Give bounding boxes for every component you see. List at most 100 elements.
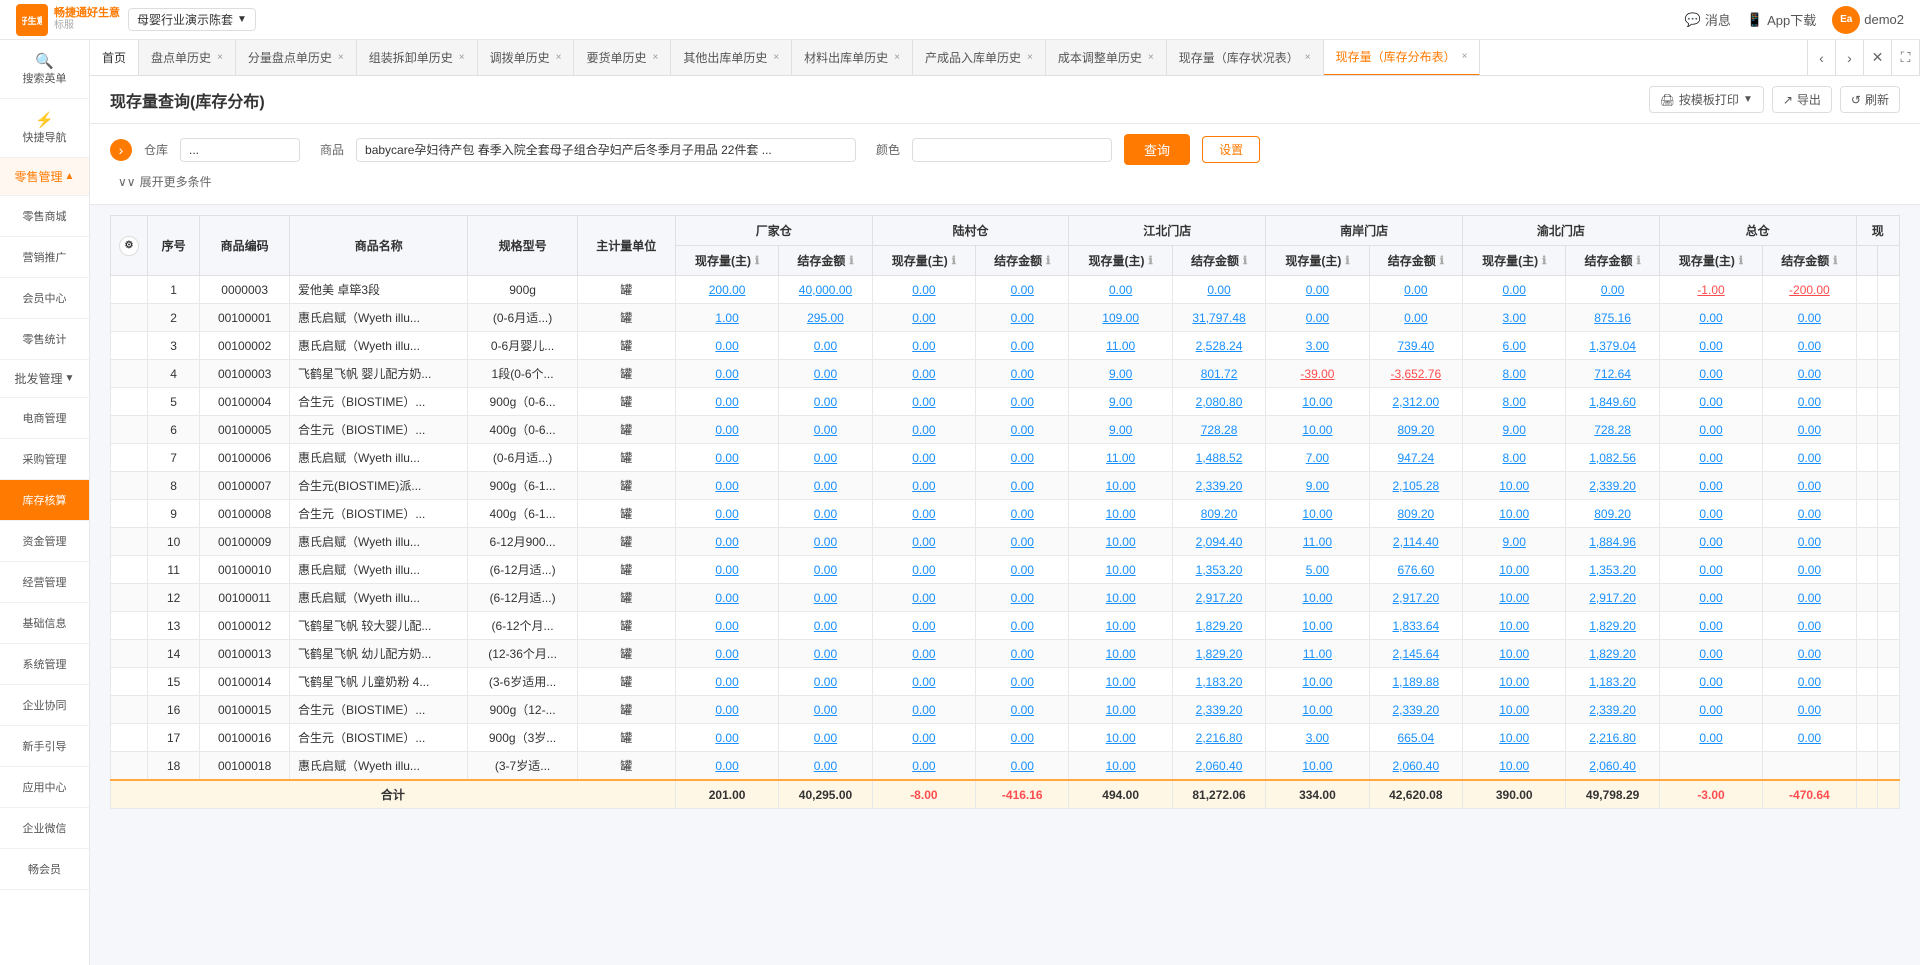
cell[interactable]: 728.28 <box>1566 416 1659 444</box>
cell[interactable]: 0.00 <box>976 332 1069 360</box>
cell[interactable]: 0.00 <box>872 444 975 472</box>
cell[interactable]: 0.00 <box>1763 444 1856 472</box>
cell[interactable]: 0.00 <box>1763 556 1856 584</box>
info-icon-9[interactable]: ℹ <box>1542 254 1546 267</box>
cell[interactable]: 875.16 <box>1566 304 1659 332</box>
cell[interactable]: 0.00 <box>779 556 872 584</box>
cell[interactable]: 2,105.28 <box>1369 472 1462 500</box>
sidebar-item-retail-store[interactable]: 零售商城 <box>0 196 89 237</box>
info-icon-12[interactable]: ℹ <box>1833 254 1837 267</box>
cell[interactable]: 10.00 <box>1069 668 1172 696</box>
cell[interactable]: 1,183.20 <box>1566 668 1659 696</box>
cell[interactable]: 0.00 <box>976 528 1069 556</box>
cell[interactable]: 0.00 <box>1659 388 1762 416</box>
cell[interactable]: 0.00 <box>976 724 1069 752</box>
tab-assembly[interactable]: 组装拆卸单历史 × <box>357 40 478 76</box>
cell[interactable]: 0.00 <box>872 276 975 304</box>
sidebar-item-ecommerce[interactable]: 电商管理 <box>0 398 89 439</box>
cell[interactable]: 31,797.48 <box>1172 304 1265 332</box>
cell[interactable]: 0.00 <box>872 724 975 752</box>
cell[interactable]: 0.00 <box>976 500 1069 528</box>
cell[interactable]: 2,339.20 <box>1172 696 1265 724</box>
cell[interactable]: 0.00 <box>779 472 872 500</box>
cell[interactable]: 0.00 <box>675 332 778 360</box>
cell[interactable]: 10.00 <box>1266 612 1369 640</box>
cell[interactable]: 0.00 <box>779 640 872 668</box>
cell[interactable]: 0.00 <box>675 528 778 556</box>
industry-selector[interactable]: 母婴行业演示陈套 ▼ <box>128 8 256 31</box>
cell[interactable]: 8.00 <box>1462 388 1565 416</box>
cell[interactable]: 0.00 <box>976 556 1069 584</box>
cell[interactable]: 0.00 <box>976 696 1069 724</box>
cell[interactable]: 9.00 <box>1462 416 1565 444</box>
sidebar-item-purchase[interactable]: 采购管理 <box>0 439 89 480</box>
cell[interactable]: 10.00 <box>1266 416 1369 444</box>
cell[interactable]: 1,353.20 <box>1172 556 1265 584</box>
cell[interactable]: 1,829.20 <box>1566 612 1659 640</box>
cell[interactable]: 3.00 <box>1462 304 1565 332</box>
cell[interactable]: 0.00 <box>1763 500 1856 528</box>
cell[interactable]: 7.00 <box>1266 444 1369 472</box>
cell[interactable]: 10.00 <box>1462 668 1565 696</box>
tab-home[interactable]: 首页 <box>90 40 139 76</box>
cell[interactable]: 0.00 <box>1659 724 1762 752</box>
cell[interactable]: 10.00 <box>1069 612 1172 640</box>
refresh-btn[interactable]: ↺ 刷新 <box>1840 86 1900 113</box>
cell[interactable]: 1,379.04 <box>1566 332 1659 360</box>
cell[interactable]: 0.00 <box>1763 528 1856 556</box>
tab-stockstatus-close[interactable]: × <box>1305 52 1311 63</box>
info-icon-6[interactable]: ℹ <box>1243 254 1247 267</box>
sidebar-item-inventory[interactable]: 库存核算 <box>0 480 89 521</box>
cell[interactable]: 2,114.40 <box>1369 528 1462 556</box>
cell[interactable]: 0.00 <box>976 668 1069 696</box>
cell[interactable]: 0.00 <box>1266 276 1369 304</box>
cell[interactable]: 200.00 <box>675 276 778 304</box>
sidebar-item-corp-wechat[interactable]: 企业微信 <box>0 808 89 849</box>
cell[interactable]: 0.00 <box>779 668 872 696</box>
tab-transfer[interactable]: 调拨单历史 × <box>478 40 575 76</box>
cell[interactable]: 11.00 <box>1266 528 1369 556</box>
cell[interactable]: 0.00 <box>872 528 975 556</box>
cell[interactable]: 0.00 <box>1369 276 1462 304</box>
cell[interactable]: 10.00 <box>1462 612 1565 640</box>
tab-costadjust[interactable]: 成本调整单历史 × <box>1046 40 1167 76</box>
cell[interactable]: 0.00 <box>1763 640 1856 668</box>
cell[interactable]: 10.00 <box>1266 500 1369 528</box>
cell[interactable]: 1.00 <box>675 304 778 332</box>
collapse-filter-btn[interactable]: › <box>110 139 132 161</box>
cell[interactable]: 0.00 <box>1566 276 1659 304</box>
cell[interactable]: 0.00 <box>1763 612 1856 640</box>
info-icon-8[interactable]: ℹ <box>1440 254 1444 267</box>
cell[interactable]: 11.00 <box>1069 444 1172 472</box>
goods-input[interactable] <box>356 138 856 162</box>
cell[interactable]: 10.00 <box>1266 668 1369 696</box>
cell[interactable]: 0.00 <box>1659 584 1762 612</box>
cell[interactable]: 0.00 <box>1763 360 1856 388</box>
tab-otherout-close[interactable]: × <box>773 52 779 63</box>
info-icon-3[interactable]: ℹ <box>952 254 956 267</box>
cell[interactable]: -39.00 <box>1266 360 1369 388</box>
cell[interactable]: 0.00 <box>779 360 872 388</box>
cell[interactable]: 0.00 <box>976 416 1069 444</box>
cell[interactable]: 1,833.64 <box>1369 612 1462 640</box>
tab-otherout[interactable]: 其他出库单历史 × <box>671 40 792 76</box>
cell[interactable]: 2,080.80 <box>1172 388 1265 416</box>
cell[interactable]: 0.00 <box>872 612 975 640</box>
export-btn[interactable]: ↗ 导出 <box>1772 86 1832 113</box>
sidebar-item-guide[interactable]: 新手引导 <box>0 726 89 767</box>
cell[interactable]: 9.00 <box>1462 528 1565 556</box>
cell[interactable]: 2,339.20 <box>1566 472 1659 500</box>
cell[interactable]: 10.00 <box>1069 724 1172 752</box>
cell[interactable]: 11.00 <box>1266 640 1369 668</box>
tab-materialout[interactable]: 材料出库单历史 × <box>792 40 913 76</box>
sidebar-item-search[interactable]: 🔍 搜索英单 <box>0 40 89 99</box>
cell[interactable]: 10.00 <box>1069 696 1172 724</box>
cell[interactable]: 10.00 <box>1462 500 1565 528</box>
cell[interactable]: 0.00 <box>976 444 1069 472</box>
sidebar-item-retail-mgmt[interactable]: 零售管理 ▲ <box>0 158 89 196</box>
cell[interactable]: 9.00 <box>1266 472 1369 500</box>
cell[interactable]: 0.00 <box>976 640 1069 668</box>
cell[interactable]: 10.00 <box>1462 752 1565 781</box>
cell[interactable]: 947.24 <box>1369 444 1462 472</box>
cell[interactable]: 0.00 <box>1763 696 1856 724</box>
